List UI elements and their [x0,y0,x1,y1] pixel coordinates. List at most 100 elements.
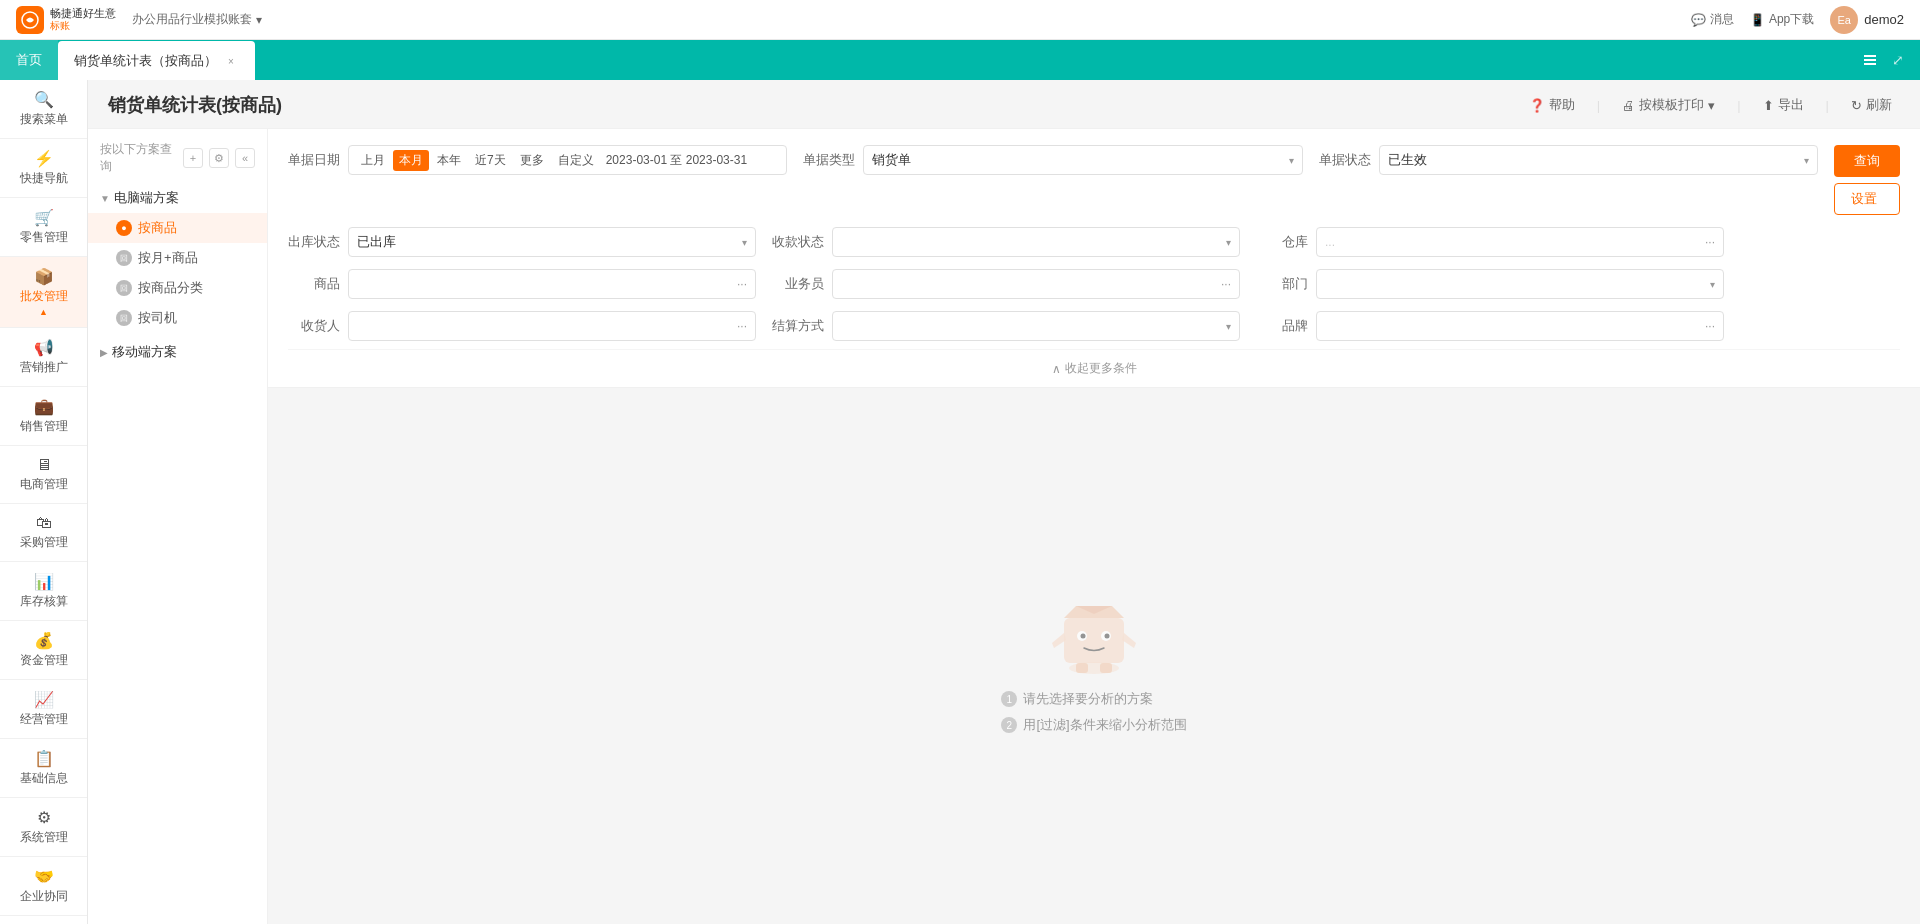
refresh-icon: ↻ [1851,98,1862,113]
marketing-icon: 📢 [34,338,54,357]
message-action[interactable]: 💬 消息 [1691,11,1734,28]
sidebar-item-quick[interactable]: ⚡ 快捷导航 [0,139,87,198]
sub-sidebar: 按以下方案查询 + ⚙ « ▼ 电脑端方案 ● 按商品 [88,129,268,924]
date-custom[interactable]: 自定义 [552,150,600,171]
dept-input[interactable]: ▾ [1316,269,1724,299]
receiver-input[interactable]: ··· [348,311,756,341]
product-input[interactable]: ··· [348,269,756,299]
svg-rect-3 [1864,63,1876,65]
avatar: Ea [1830,6,1858,34]
dept-label: 部门 [1256,275,1308,293]
user-area[interactable]: Ea demo2 [1830,6,1904,34]
nav-item-by-printer-icon: 回 [116,310,132,326]
warehouse-dots[interactable]: ··· [1705,235,1715,249]
export-button[interactable]: ⬆ 导出 [1755,92,1812,118]
nav-section-mobile-title[interactable]: ▶ 移动端方案 [88,337,267,367]
nav-item-by-month-product-icon: 回 [116,250,132,266]
receiver-dots[interactable]: ··· [737,319,747,333]
add-scheme-button[interactable]: + [183,148,203,168]
sidebar-item-newbie[interactable]: 🎓 新手引导 [0,916,87,924]
workspace-selector[interactable]: 办公用品行业模拟账套 ▾ [124,7,270,32]
date-more[interactable]: 更多 [514,150,550,171]
minimize-icon[interactable] [1860,50,1880,70]
status-label: 单据状态 [1319,151,1371,169]
help-button[interactable]: ❓ 帮助 [1521,92,1583,118]
tip-num-1: 1 [1001,691,1017,707]
sidebar-item-sales[interactable]: 💼 销售管理 [0,387,87,446]
sub-sidebar-icons: + ⚙ « [183,148,255,168]
nav-item-by-product[interactable]: ● 按商品 [88,213,267,243]
help-icon: ❓ [1529,98,1545,113]
download-icon: 📱 [1750,13,1765,27]
out-status-input[interactable]: 已出库 ▾ [348,227,756,257]
warehouse-input[interactable]: ... ··· [1316,227,1724,257]
salesman-dots[interactable]: ··· [1221,277,1231,291]
date-last-month[interactable]: 上月 [355,150,391,171]
collect-status-input[interactable]: ▾ [832,227,1240,257]
filter-row-2: 出库状态 已出库 ▾ 收款状态 ▾ [288,227,1900,257]
sidebar-item-search[interactable]: 🔍 搜索菜单 [0,80,87,139]
svg-rect-2 [1864,55,1876,57]
filter-row-4: 收货人 ··· 结算方式 ▾ [288,311,1900,341]
type-input[interactable]: 销货单 ▾ [863,145,1302,175]
sidebar-item-operation[interactable]: 📈 经营管理 [0,680,87,739]
date-7days[interactable]: 近7天 [469,150,512,171]
settings-button[interactable]: 设置 [1834,183,1900,215]
out-status-dropdown-icon: ▾ [742,237,747,248]
logo[interactable]: 畅捷通好生意 标账 [16,6,116,34]
nav-item-by-product-category[interactable]: 回 按商品分类 [88,273,267,303]
brand-input[interactable]: ··· [1316,311,1724,341]
username: demo2 [1864,12,1904,27]
brand-dots[interactable]: ··· [1705,319,1715,333]
product-dots[interactable]: ··· [737,277,747,291]
sidebar-item-system[interactable]: ⚙ 系统管理 [0,798,87,857]
main-filter-area: 单据日期 上月 本月 本年 近7天 更多 自定义 2023-03-01 至 20… [268,129,1920,924]
refresh-button[interactable]: ↻ 刷新 [1843,92,1900,118]
query-button[interactable]: 查询 [1834,145,1900,177]
collapse-button[interactable]: ∧ 收起更多条件 [1040,356,1149,381]
nav-item-by-printer[interactable]: 回 按司机 [88,303,267,333]
collapse-sidebar-button[interactable]: « [235,148,255,168]
tip-num-2: 2 [1001,717,1017,733]
arrow-down-icon: ▼ [100,193,110,204]
date-filter-control: 上月 本月 本年 近7天 更多 自定义 2023-03-01 至 2023-03… [348,145,787,175]
quick-icon: ⚡ [34,149,54,168]
print-button[interactable]: 🖨 按模板打印 ▾ [1614,92,1723,118]
filter-collect-status-item: 收款状态 ▾ [772,227,1240,257]
nav-section-mobile: ▶ 移动端方案 [88,337,267,367]
date-range-text: 2023-03-01 至 2023-03-31 [606,152,747,169]
nav-section-pc-title[interactable]: ▼ 电脑端方案 [88,183,267,213]
date-label: 单据日期 [288,151,340,169]
sidebar-item-marketing[interactable]: 📢 营销推广 [0,328,87,387]
warehouse-label: 仓库 [1256,233,1308,251]
out-status-label: 出库状态 [288,233,340,251]
top-header: 畅捷通好生意 标账 办公用品行业模拟账套 ▾ 💬 消息 📱 App下载 Ea d… [0,0,1920,40]
tab-close-icon[interactable]: × [223,53,239,69]
print-dropdown-icon: ▾ [1708,98,1715,113]
sidebar-item-stock[interactable]: 📊 库存核算 [0,562,87,621]
status-input[interactable]: 已生效 ▾ [1379,145,1818,175]
expand-icon[interactable]: ⤢ [1888,50,1908,70]
sidebar-item-purchase[interactable]: 🛍 采购管理 [0,504,87,562]
type-dropdown-icon: ▾ [1289,155,1294,166]
app-download-action[interactable]: 📱 App下载 [1750,11,1814,28]
date-this-year[interactable]: 本年 [431,150,467,171]
filter-dept-item: 部门 ▾ [1256,269,1724,299]
sidebar-item-finance[interactable]: 💰 资金管理 [0,621,87,680]
settings-scheme-button[interactable]: ⚙ [209,148,229,168]
receiver-label: 收货人 [288,317,340,335]
header-right: 💬 消息 📱 App下载 Ea demo2 [1691,6,1904,34]
sidebar-item-basic[interactable]: 📋 基础信息 [0,739,87,798]
nav-item-by-month-product[interactable]: 回 按月+商品 [88,243,267,273]
tab-active[interactable]: 销货单统计表（按商品） × [58,41,255,81]
salesman-input[interactable]: ··· [832,269,1240,299]
tab-home[interactable]: 首页 [0,40,58,80]
retail-icon: 🛒 [34,208,54,227]
payment-input[interactable]: ▾ [832,311,1240,341]
nav-item-by-product-icon: ● [116,220,132,236]
sidebar-item-corp[interactable]: 🤝 企业协同 [0,857,87,916]
sidebar-item-ecom[interactable]: 🖥 电商管理 [0,446,87,504]
sidebar-item-wholesale[interactable]: 📦 批发管理 ▲ [0,257,87,328]
date-this-month[interactable]: 本月 [393,150,429,171]
sidebar-item-retail[interactable]: 🛒 零售管理 [0,198,87,257]
